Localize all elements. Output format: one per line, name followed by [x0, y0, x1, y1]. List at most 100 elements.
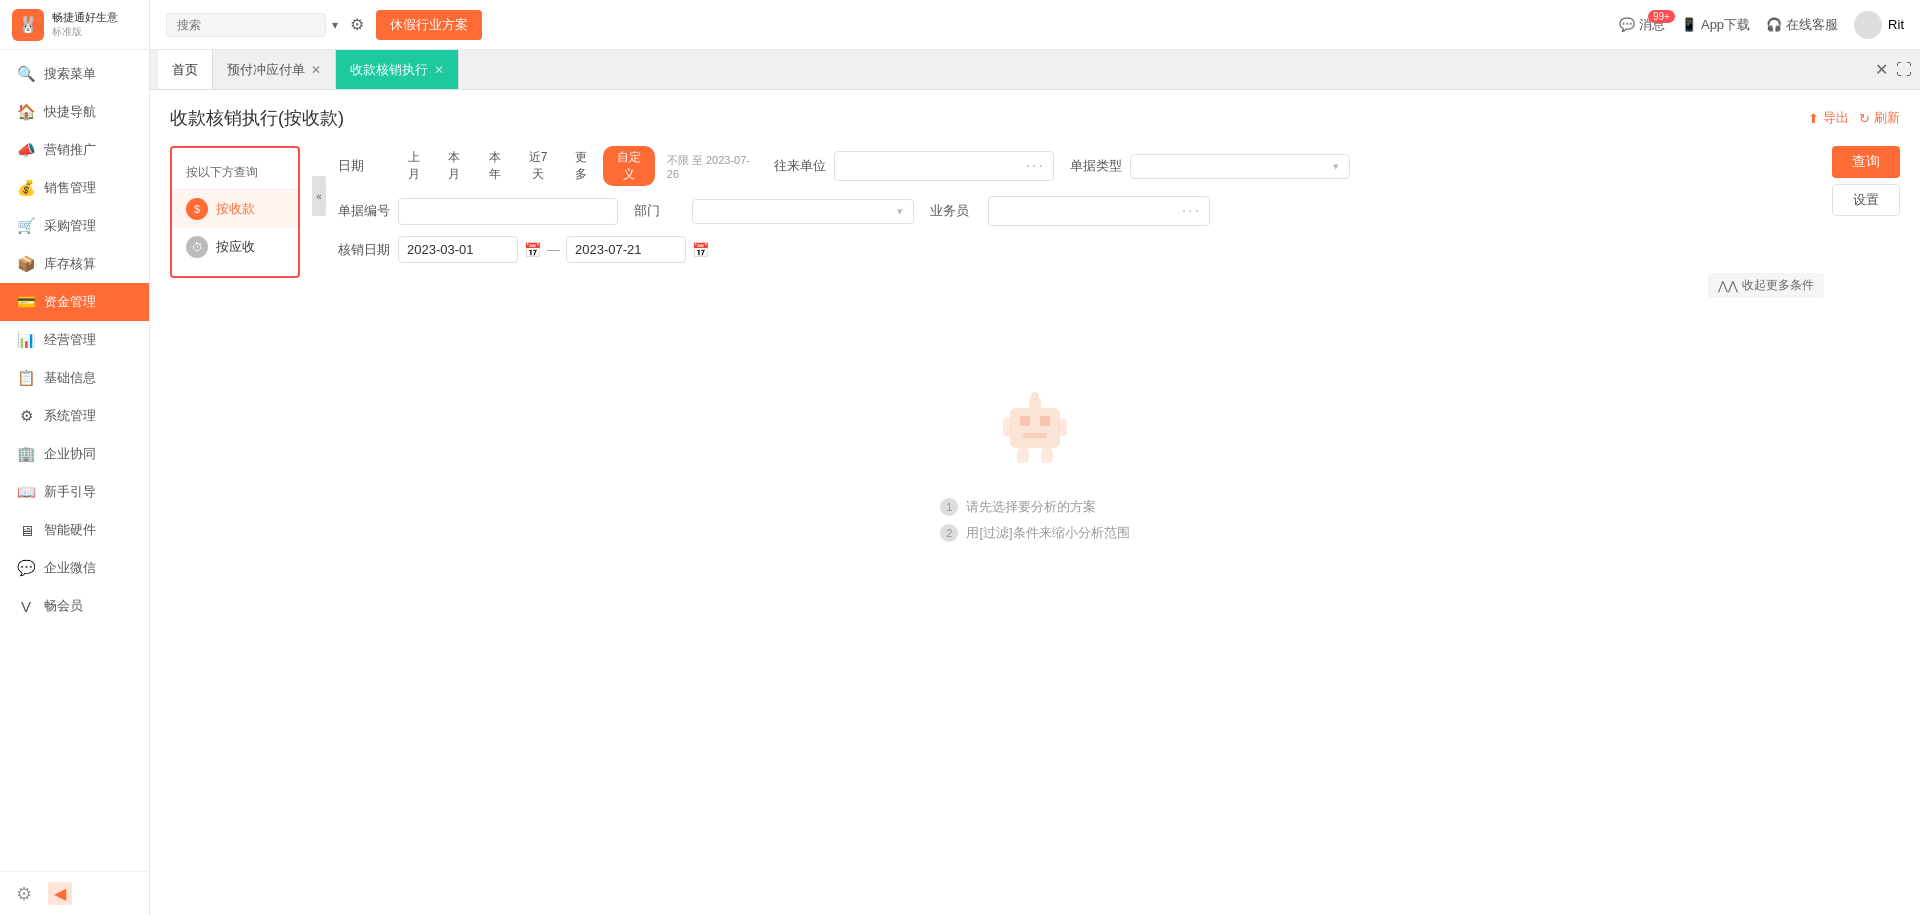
app-download-btn[interactable]: 📱 App下载	[1681, 16, 1750, 34]
collapse-more-btn[interactable]: ⋀⋀ 收起更多条件	[1708, 273, 1824, 298]
filter-area: 按以下方查询 $ 按收款 ⏱ 按应收 «	[170, 146, 1900, 298]
filter-option-receipt[interactable]: $ 按收款	[172, 190, 298, 228]
quick-nav-icon: 🏠	[16, 103, 36, 121]
tab-home[interactable]: 首页	[158, 50, 213, 89]
export-btn[interactable]: ⬆ 导出	[1808, 109, 1849, 127]
quick-btn-last-month[interactable]: 上月	[396, 146, 432, 186]
writeoff-cal-to-icon[interactable]: 📅	[692, 242, 709, 258]
partner-input[interactable]: ···	[834, 151, 1054, 181]
search-input[interactable]	[166, 13, 326, 37]
sidebar-item-search-menu[interactable]: 🔍搜索菜单	[0, 55, 149, 93]
empty-tip-1: 1 请先选择要分析的方案	[940, 498, 1129, 516]
filter-collapse-area: «	[312, 176, 326, 216]
page-title-bar: 收款核销执行(按收款) ⬆ 导出 ↻ 刷新	[170, 106, 1900, 130]
tab-bar: 首页 预付冲应付单 ✕ 收款核销执行 ✕ ✕ ⛶	[150, 50, 1920, 90]
sales-icon: 💰	[16, 179, 36, 197]
tab-receipt-writeoff[interactable]: 收款核销执行 ✕	[336, 50, 459, 89]
filter-row-3: 核销日期 📅 — 📅	[338, 236, 1824, 263]
writeoff-cal-from-icon[interactable]: 📅	[524, 242, 541, 258]
salesman-input[interactable]: ···	[988, 196, 1210, 226]
tab-expand-btn[interactable]: ⛶	[1896, 61, 1912, 79]
collapse-up-icon: ⋀⋀	[1718, 279, 1738, 293]
dept-select[interactable]: ▾	[692, 199, 914, 224]
headset-icon: 🎧	[1766, 17, 1782, 32]
page-content: 收款核销执行(按收款) ⬆ 导出 ↻ 刷新 按以下方查询	[150, 90, 1920, 915]
empty-tip-2: 2 用[过滤]条件来缩小分析范围	[940, 524, 1129, 542]
collapse-more: ⋀⋀ 收起更多条件	[338, 273, 1824, 298]
message-btn[interactable]: 💬 消息 99+	[1619, 16, 1665, 34]
sidebar-item-purchase[interactable]: 🛒采购管理	[0, 207, 149, 245]
empty-tips: 1 请先选择要分析的方案 2 用[过滤]条件来缩小分析范围	[940, 498, 1129, 542]
refresh-btn[interactable]: ↻ 刷新	[1859, 109, 1900, 127]
marketing-icon: 📣	[16, 141, 36, 159]
solution-btn[interactable]: 休假行业方案	[376, 10, 482, 40]
sidebar-item-label: 基础信息	[44, 369, 96, 387]
wechat-icon: 💬	[16, 559, 36, 577]
tip-num-1: 1	[940, 498, 958, 516]
page-inner: 收款核销执行(按收款) ⬆ 导出 ↻ 刷新 按以下方查询	[150, 90, 1920, 915]
query-btn[interactable]: 查询	[1832, 146, 1900, 178]
sidebar-item-system[interactable]: ⚙系统管理	[0, 397, 149, 435]
empty-illustration	[985, 378, 1085, 478]
tip-num-2: 2	[940, 524, 958, 542]
header-search: ▾	[166, 13, 338, 37]
quick-btn-7days[interactable]: 近7天	[517, 146, 559, 186]
gear-icon[interactable]: ⚙	[350, 15, 364, 34]
setting-btn[interactable]: 设置	[1832, 184, 1900, 216]
tab-close-prepay[interactable]: ✕	[311, 63, 321, 77]
sidebar-item-member[interactable]: V畅会员	[0, 587, 149, 625]
sidebar-item-label: 经营管理	[44, 331, 96, 349]
partner-dots-icon[interactable]: ···	[1026, 157, 1045, 175]
writeoff-date-group: 📅 — 📅	[398, 236, 709, 263]
tab-close-receipt[interactable]: ✕	[434, 63, 444, 77]
docnum-input[interactable]	[398, 198, 618, 225]
export-icon: ⬆	[1808, 111, 1819, 126]
header-dropdown-btn[interactable]: ▾	[332, 18, 338, 32]
sidebar-item-basic-info[interactable]: 📋基础信息	[0, 359, 149, 397]
writeoff-date-to[interactable]	[566, 236, 686, 263]
svg-rect-0	[1010, 408, 1060, 448]
collapse-icon[interactable]: ◀	[48, 882, 72, 905]
quick-btn-this-month[interactable]: 本月	[436, 146, 472, 186]
sidebar-item-marketing[interactable]: 📣营销推广	[0, 131, 149, 169]
user-info[interactable]: Rit	[1854, 11, 1904, 39]
sidebar-item-inventory[interactable]: 📦库存核算	[0, 245, 149, 283]
sidebar-item-guide[interactable]: 📖新手引导	[0, 473, 149, 511]
sidebar-item-hardware[interactable]: 🖥智能硬件	[0, 511, 149, 549]
date-field: 日期 上月 本月 本年 近7天 更多 自定义 不	[338, 146, 758, 186]
sidebar-item-label: 采购管理	[44, 217, 96, 235]
date-quick-btns: 上月 本月 本年 近7天 更多 自定义	[396, 146, 655, 186]
sidebar-item-quick-nav[interactable]: 🏠快捷导航	[0, 93, 149, 131]
tab-prepay[interactable]: 预付冲应付单 ✕	[213, 50, 336, 89]
filter-sidebar-title: 按以下方查询	[172, 158, 298, 190]
writeoff-date-label: 核销日期	[338, 241, 390, 259]
refresh-icon: ↻	[1859, 111, 1870, 126]
dept-arrow-icon: ▾	[897, 205, 903, 218]
sidebar-item-sales[interactable]: 💰销售管理	[0, 169, 149, 207]
title-actions: ⬆ 导出 ↻ 刷新	[1808, 109, 1900, 127]
settings-icon[interactable]: ⚙	[16, 883, 32, 905]
salesman-dots-icon[interactable]: ···	[1182, 202, 1201, 220]
doctype-select[interactable]: ▾	[1130, 154, 1350, 179]
app-icon: 📱	[1681, 17, 1697, 32]
avatar	[1854, 11, 1882, 39]
sidebar-item-enterprise[interactable]: 🏢企业协同	[0, 435, 149, 473]
tab-close-all-btn[interactable]: ✕	[1875, 60, 1888, 79]
filter-row-2: 单据编号 部门 ▾	[338, 196, 1824, 226]
writeoff-date-from[interactable]	[398, 236, 518, 263]
quick-btn-more[interactable]: 更多	[563, 146, 599, 186]
sidebar-item-business[interactable]: 📊 经营管理	[0, 321, 149, 359]
quick-btn-custom[interactable]: 自定义	[603, 146, 654, 186]
filter-form-area: 日期 上月 本月 本年 近7天 更多 自定义 不	[338, 146, 1900, 298]
filter-option-receivable[interactable]: ⏱ 按应收	[172, 228, 298, 266]
sidebar-item-label: 库存核算	[44, 255, 96, 273]
empty-tip-text-1: 请先选择要分析的方案	[966, 498, 1096, 516]
writeoff-date-field: 核销日期 📅 — 📅	[338, 236, 758, 263]
sidebar-item-funds[interactable]: 💳资金管理	[0, 283, 149, 321]
business-icon: 📊	[16, 331, 36, 349]
filter-collapse-btn[interactable]: «	[312, 176, 326, 216]
quick-btn-this-year[interactable]: 本年	[477, 146, 513, 186]
member-icon: V	[16, 598, 36, 615]
service-btn[interactable]: 🎧 在线客服	[1766, 16, 1838, 34]
sidebar-item-wechat[interactable]: 💬企业微信	[0, 549, 149, 587]
